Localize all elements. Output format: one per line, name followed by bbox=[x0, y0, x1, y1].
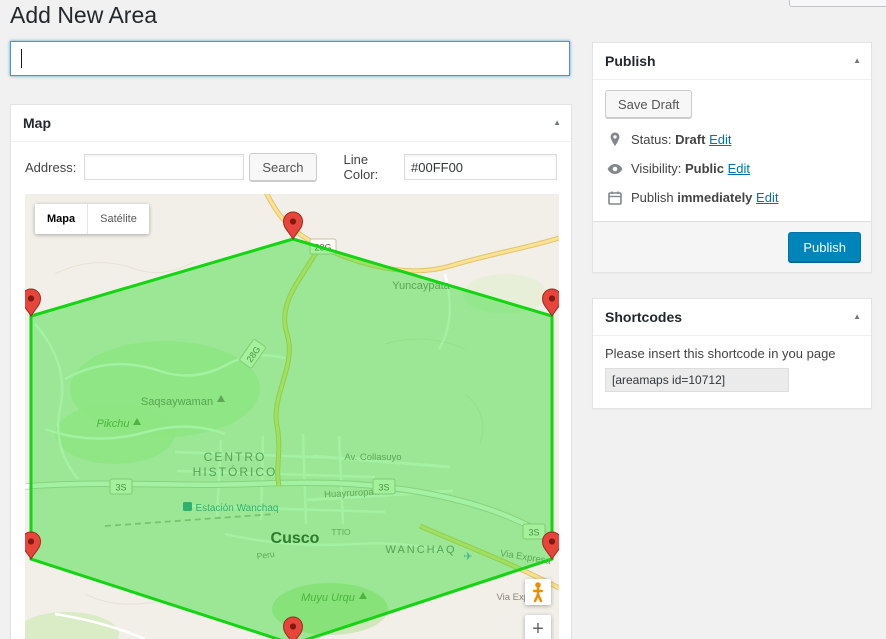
collapse-toggle-icon[interactable]: ▲ bbox=[553, 118, 561, 127]
visibility-row: Visibility: Public Edit bbox=[607, 161, 857, 176]
map-image: Yuncaypata Saqsaywaman Pikchu CENTRO HIS… bbox=[25, 194, 559, 639]
page-title: Add New Area bbox=[10, 0, 157, 30]
map-type-map-button[interactable]: Mapa bbox=[35, 204, 87, 234]
schedule-text: Publish immediately Edit bbox=[631, 190, 778, 205]
publishing-actions: Publish bbox=[593, 221, 871, 272]
edit-status-link[interactable]: Edit bbox=[709, 132, 731, 147]
map-type-satellite-button[interactable]: Satélite bbox=[87, 204, 149, 234]
shortcodes-metabox-title: Shortcodes bbox=[605, 309, 682, 325]
title-input[interactable] bbox=[10, 41, 570, 76]
shortcodes-body: Please insert this shortcode in you page bbox=[593, 336, 871, 408]
publish-metabox: Publish ▲ Save Draft Status: Draft Edit bbox=[592, 42, 872, 273]
publish-metabox-title: Publish bbox=[605, 53, 656, 69]
status-text: Status: Draft Edit bbox=[631, 132, 731, 147]
shortcodes-metabox-header: Shortcodes ▲ bbox=[593, 299, 871, 336]
sidebar: Publish ▲ Save Draft Status: Draft Edit bbox=[592, 42, 872, 409]
visibility-value: Public bbox=[685, 161, 724, 176]
publish-button[interactable]: Publish bbox=[788, 232, 861, 262]
publish-body: Save Draft Status: Draft Edit Visibility… bbox=[593, 80, 871, 205]
status-row: Status: Draft Edit bbox=[607, 132, 857, 147]
area-polygon[interactable] bbox=[31, 239, 552, 639]
map-type-control: Mapa Satélite bbox=[35, 204, 149, 234]
shortcode-input[interactable] bbox=[605, 368, 789, 392]
map-canvas[interactable]: Yuncaypata Saqsaywaman Pikchu CENTRO HIS… bbox=[25, 194, 559, 639]
map-metabox: Map ▲ Address: Search Line Color: bbox=[10, 104, 572, 639]
edit-visibility-link[interactable]: Edit bbox=[728, 161, 750, 176]
line-color-label: Line Color: bbox=[344, 152, 393, 182]
address-input[interactable] bbox=[84, 154, 244, 180]
status-label: Status: bbox=[631, 132, 671, 147]
publish-time-value: immediately bbox=[677, 190, 752, 205]
text-caret bbox=[21, 49, 22, 68]
address-label: Address: bbox=[25, 160, 76, 175]
visibility-label: Visibility: bbox=[631, 161, 681, 176]
publish-time-label: Publish bbox=[631, 190, 674, 205]
pegman-icon bbox=[530, 581, 546, 603]
edit-schedule-link[interactable]: Edit bbox=[756, 190, 778, 205]
save-draft-button[interactable]: Save Draft bbox=[605, 90, 692, 118]
shortcode-instruction: Please insert this shortcode in you page bbox=[605, 346, 836, 361]
collapse-toggle-icon[interactable]: ▲ bbox=[853, 56, 861, 65]
pegman-control[interactable] bbox=[525, 579, 551, 605]
visibility-text: Visibility: Public Edit bbox=[631, 161, 750, 176]
publish-metabox-header: Publish ▲ bbox=[593, 43, 871, 80]
line-color-input[interactable] bbox=[404, 154, 557, 180]
shortcodes-metabox: Shortcodes ▲ Please insert this shortcod… bbox=[592, 298, 872, 409]
map-toolbar: Address: Search Line Color: bbox=[11, 142, 571, 190]
status-value: Draft bbox=[675, 132, 705, 147]
map-metabox-header: Map ▲ bbox=[11, 105, 571, 142]
zoom-in-button[interactable]: + bbox=[525, 615, 551, 639]
collapse-toggle-icon[interactable]: ▲ bbox=[853, 312, 861, 321]
schedule-row: Publish immediately Edit bbox=[607, 190, 857, 205]
post-status-icon bbox=[607, 132, 623, 147]
calendar-icon bbox=[607, 191, 623, 205]
visibility-eye-icon bbox=[607, 163, 623, 175]
map-metabox-title: Map bbox=[23, 115, 51, 131]
search-button[interactable]: Search bbox=[249, 153, 316, 181]
screen-options-tab-partial[interactable] bbox=[789, 0, 886, 7]
